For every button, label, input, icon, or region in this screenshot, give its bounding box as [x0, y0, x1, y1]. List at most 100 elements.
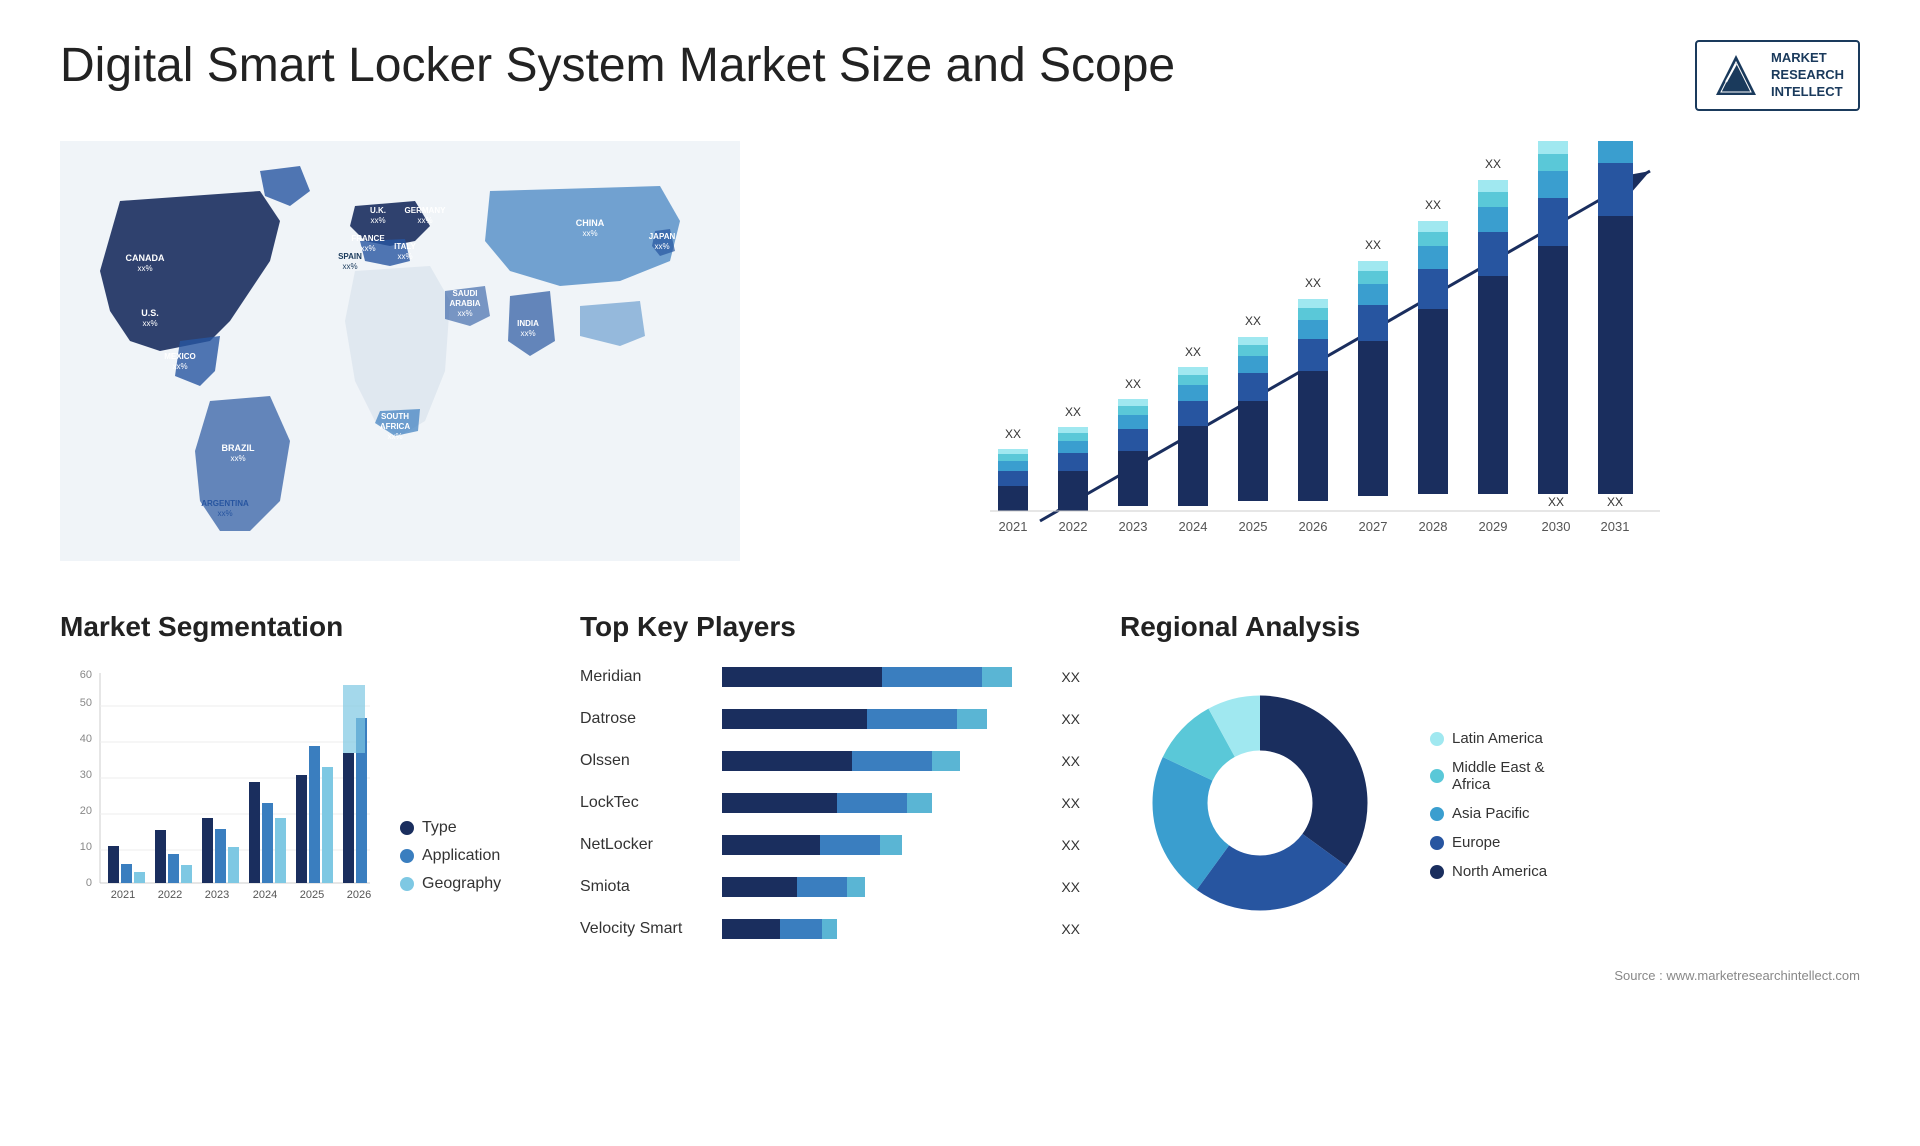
legend-dot-asia-pacific [1430, 807, 1444, 821]
top-section: CANADA xx% U.S. xx% MEXICO xx% BRAZIL xx… [60, 141, 1860, 561]
segmentation-chart-container: 0 10 20 30 40 50 60 [60, 663, 540, 923]
svg-text:xx%: xx% [137, 264, 152, 273]
svg-text:2030: 2030 [1542, 519, 1571, 534]
player-name-smiota: Smiota [580, 878, 710, 896]
player-bar-velocity [722, 915, 1041, 943]
svg-text:xx%: xx% [457, 309, 472, 318]
svg-text:2023: 2023 [205, 889, 229, 901]
segmentation-chart-svg: 0 10 20 30 40 50 60 [60, 663, 380, 923]
svg-text:xx%: xx% [387, 432, 402, 441]
donut-chart [1120, 663, 1400, 948]
legend-type: Type [400, 819, 501, 837]
player-row-datrose: Datrose XX [580, 705, 1080, 733]
svg-text:2022: 2022 [158, 889, 182, 901]
player-row-smiota: Smiota XX [580, 873, 1080, 901]
logo-icon [1711, 50, 1761, 100]
svg-text:2021: 2021 [999, 519, 1028, 534]
player-name-datrose: Datrose [580, 710, 710, 728]
segmentation-area: Market Segmentation 0 10 20 30 40 50 60 [60, 611, 540, 923]
player-xx-locktec: XX [1061, 795, 1080, 811]
players-list: Meridian XX Datrose [580, 663, 1080, 943]
source-text: Source : www.marketresearchintellect.com [1120, 968, 1860, 983]
svg-text:U.S.: U.S. [141, 308, 159, 318]
svg-text:XX: XX [1548, 495, 1564, 509]
key-players-title: Top Key Players [580, 611, 1080, 643]
svg-text:SOUTH: SOUTH [381, 412, 409, 421]
svg-text:xx%: xx% [217, 509, 232, 518]
svg-text:XX: XX [1185, 345, 1201, 359]
bar-chart-svg: XX XX XX [780, 141, 1860, 561]
svg-text:0: 0 [86, 877, 92, 889]
svg-text:FRANCE: FRANCE [351, 234, 385, 243]
svg-text:2026: 2026 [1299, 519, 1328, 534]
player-bar-olssen [722, 747, 1041, 775]
player-name-netlocker: NetLocker [580, 836, 710, 854]
player-row-meridian: Meridian XX [580, 663, 1080, 691]
svg-text:2025: 2025 [300, 889, 324, 901]
svg-text:XX: XX [1365, 238, 1381, 252]
svg-text:2031: 2031 [1601, 519, 1630, 534]
player-bar-smiota [722, 873, 1041, 901]
regional-legend-mea: Middle East &Africa [1430, 759, 1547, 793]
player-xx-velocity: XX [1061, 921, 1080, 937]
legend-dot-latin-america [1430, 732, 1444, 746]
player-bar-locktec [722, 789, 1041, 817]
svg-text:xx%: xx% [397, 252, 412, 261]
player-row-olssen: Olssen XX [580, 747, 1080, 775]
donut-container: Latin America Middle East &Africa Asia P… [1120, 663, 1860, 948]
bottom-section: Market Segmentation 0 10 20 30 40 50 60 [60, 611, 1860, 983]
bar-chart-area: XX XX XX [780, 141, 1860, 561]
player-name-meridian: Meridian [580, 668, 710, 686]
regional-area: Regional Analysis [1120, 611, 1860, 983]
regional-legend-asia-pacific: Asia Pacific [1430, 805, 1547, 822]
legend-dot-geography [400, 877, 414, 891]
header: Digital Smart Locker System Market Size … [60, 40, 1860, 111]
svg-text:xx%: xx% [520, 329, 535, 338]
svg-text:CHINA: CHINA [576, 218, 605, 228]
player-name-olssen: Olssen [580, 752, 710, 770]
legend-dot-mea [1430, 769, 1444, 783]
player-xx-meridian: XX [1061, 669, 1080, 685]
svg-text:XX: XX [1607, 495, 1623, 509]
player-row-netlocker: NetLocker XX [580, 831, 1080, 859]
svg-text:ARGENTINA: ARGENTINA [201, 499, 249, 508]
player-bar-netlocker [722, 831, 1041, 859]
svg-text:XX: XX [1305, 276, 1321, 290]
svg-text:2024: 2024 [1179, 519, 1208, 534]
svg-text:2028: 2028 [1419, 519, 1448, 534]
svg-text:CANADA: CANADA [126, 253, 165, 263]
svg-text:ARABIA: ARABIA [449, 299, 480, 308]
svg-text:xx%: xx% [360, 244, 375, 253]
segmentation-title: Market Segmentation [60, 611, 540, 643]
legend-label-europe: Europe [1452, 834, 1500, 851]
player-name-velocity: Velocity Smart [580, 920, 710, 938]
svg-text:JAPAN: JAPAN [649, 232, 676, 241]
legend-label-geography: Geography [422, 875, 501, 893]
svg-text:xx%: xx% [230, 454, 245, 463]
logo-text: MARKETRESEARCHINTELLECT [1771, 50, 1844, 101]
svg-text:xx%: xx% [370, 216, 385, 225]
svg-text:XX: XX [1005, 427, 1021, 441]
svg-text:2025: 2025 [1239, 519, 1268, 534]
world-map-svg: CANADA xx% U.S. xx% MEXICO xx% BRAZIL xx… [60, 141, 740, 561]
svg-text:GERMANY: GERMANY [405, 206, 447, 215]
legend-label-mea: Middle East &Africa [1452, 759, 1545, 793]
svg-text:20: 20 [80, 805, 92, 817]
page-container: Digital Smart Locker System Market Size … [0, 0, 1920, 1013]
svg-text:XX: XX [1125, 377, 1141, 391]
key-players-area: Top Key Players Meridian XX Datrose [580, 611, 1080, 943]
legend-label-latin-america: Latin America [1452, 730, 1543, 747]
svg-text:xx%: xx% [417, 216, 432, 225]
svg-text:XX: XX [1065, 405, 1081, 419]
svg-text:xx%: xx% [172, 362, 187, 371]
player-bar-datrose [722, 705, 1041, 733]
svg-text:2029: 2029 [1479, 519, 1508, 534]
legend-dot-europe [1430, 836, 1444, 850]
player-row-velocity: Velocity Smart XX [580, 915, 1080, 943]
player-row-locktec: LockTec XX [580, 789, 1080, 817]
player-xx-datrose: XX [1061, 711, 1080, 727]
player-xx-netlocker: XX [1061, 837, 1080, 853]
svg-text:2024: 2024 [253, 889, 277, 901]
svg-text:xx%: xx% [142, 319, 157, 328]
legend-label-application: Application [422, 847, 500, 865]
